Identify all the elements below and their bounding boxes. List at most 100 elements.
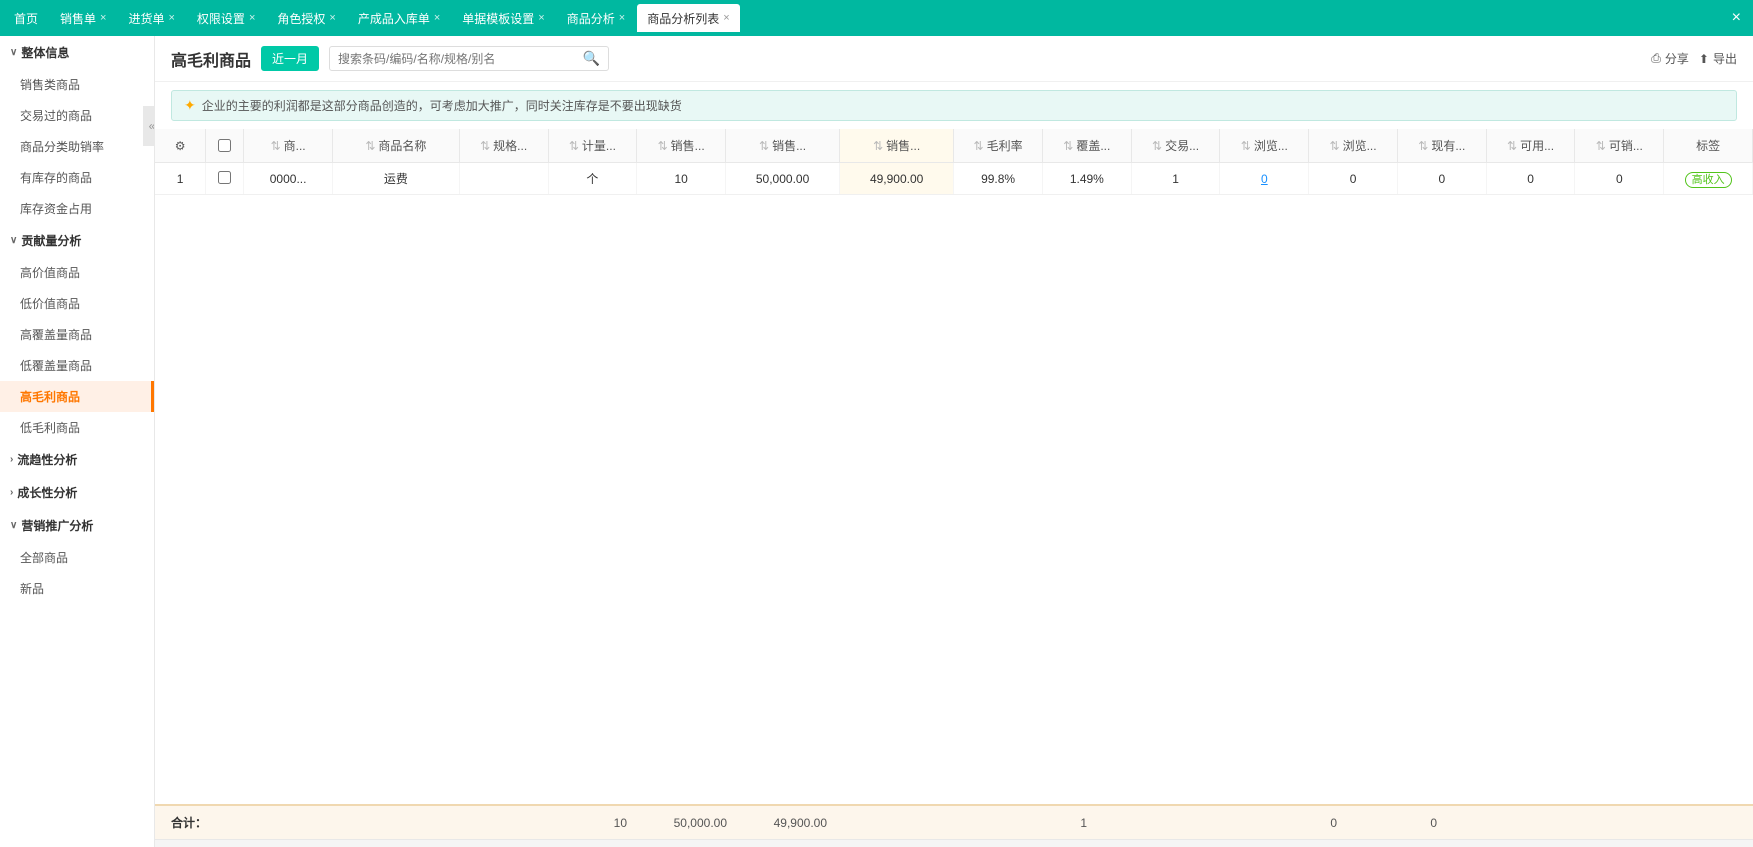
col-browse2[interactable]: ⇅浏览... [1309, 129, 1398, 163]
sidebar-group-growth[interactable]: › 成长性分析 [0, 476, 154, 509]
close-icon[interactable]: × [100, 12, 106, 24]
sidebar-item-traded-goods[interactable]: 交易过的商品 [0, 100, 154, 131]
col-sales-profit[interactable]: ⇅销售... [840, 129, 954, 163]
cell-sales-amount: 50,000.00 [726, 163, 840, 195]
info-icon: ✦ [184, 97, 196, 114]
col-browse1[interactable]: ⇅浏览... [1220, 129, 1309, 163]
tab-inbound[interactable]: 产成品入库单 × [348, 4, 450, 32]
col-available[interactable]: ⇅可用... [1486, 129, 1575, 163]
cell-unit: 个 [548, 163, 637, 195]
chevron-down-icon: ∨ [10, 235, 17, 246]
sidebar-item-all-goods[interactable]: 全部商品 [0, 542, 154, 573]
close-icon[interactable]: × [538, 12, 544, 24]
col-sales-qty[interactable]: ⇅销售... [637, 129, 726, 163]
cell-trade: 1 [1131, 163, 1220, 195]
sort-icon: ⇅ [480, 139, 490, 153]
close-icon[interactable]: × [619, 12, 625, 24]
cell-index: 1 [155, 163, 206, 195]
sidebar-item-low-margin[interactable]: 低毛利商品 [0, 412, 154, 443]
footer-available: 0 [1357, 816, 1437, 830]
share-button[interactable]: ⎙ 分享 [1651, 50, 1689, 67]
close-icon[interactable]: × [434, 12, 440, 24]
col-sales-amount[interactable]: ⇅销售... [726, 129, 840, 163]
sort-icon: ⇅ [873, 139, 883, 153]
sidebar-item-in-stock[interactable]: 有库存的商品 [0, 162, 154, 193]
sort-icon: ⇅ [1330, 139, 1340, 153]
sidebar-item-category-rate[interactable]: 商品分类助销率 [0, 131, 154, 162]
cell-sales-qty: 10 [637, 163, 726, 195]
cell-coverage: 1.49% [1042, 163, 1131, 195]
cell-sales-profit: 49,900.00 [840, 163, 954, 195]
footer-sales-qty: 10 [547, 816, 627, 830]
horizontal-scrollbar[interactable] [155, 839, 1753, 847]
tab-sales[interactable]: 销售单 × [50, 4, 116, 32]
sidebar-group-trend[interactable]: › 流趋性分析 [0, 443, 154, 476]
sort-icon: ⇅ [1507, 139, 1517, 153]
sidebar-item-high-coverage[interactable]: 高覆盖量商品 [0, 319, 154, 350]
sidebar-collapse-button[interactable]: « [143, 106, 155, 146]
search-icon[interactable]: 🔍 [583, 50, 600, 67]
close-icon[interactable]: × [723, 12, 729, 24]
sort-icon: ⇅ [1152, 139, 1162, 153]
row-checkbox[interactable] [218, 171, 231, 184]
col-sellable[interactable]: ⇅可销... [1575, 129, 1664, 163]
sidebar-item-stock-capital[interactable]: 库存资金占用 [0, 193, 154, 224]
col-current-stock[interactable]: ⇅现有... [1397, 129, 1486, 163]
header-actions: ⎙ 分享 ⬆ 导出 [1651, 50, 1737, 67]
settings-icon[interactable]: ⚙ [175, 139, 186, 153]
col-name[interactable]: ⇅商品名称 [332, 129, 459, 163]
app-close-button[interactable]: × [1724, 9, 1749, 27]
content-area: 高毛利商品 近一月 🔍 ⎙ 分享 ⬆ 导出 ✦ 企业的主要的利润都是这部分商品创… [155, 36, 1753, 847]
footer-current-stock: 0 [1257, 816, 1337, 830]
sidebar-item-low-value[interactable]: 低价值商品 [0, 288, 154, 319]
footer-sales-amount: 50,000.00 [647, 816, 727, 830]
col-tag[interactable]: 标签 [1664, 129, 1753, 163]
page-title: 高毛利商品 [171, 47, 251, 71]
col-coverage[interactable]: ⇅覆盖... [1042, 129, 1131, 163]
cell-browse1[interactable]: 0 [1220, 163, 1309, 195]
cell-sellable: 0 [1575, 163, 1664, 195]
close-icon[interactable]: × [249, 12, 255, 24]
table-header-row: ⚙ ⇅商... ⇅商品名称 ⇅规格... [155, 129, 1753, 163]
sidebar-group-contribution[interactable]: ∨ 贡献量分析 [0, 224, 154, 257]
chevron-right-icon: › [10, 487, 13, 498]
col-code[interactable]: ⇅商... [244, 129, 333, 163]
tab-template[interactable]: 单据模板设置 × [452, 4, 554, 32]
sort-icon: ⇅ [1063, 139, 1073, 153]
sort-icon: ⇅ [974, 139, 984, 153]
export-icon: ⬆ [1699, 52, 1709, 66]
tab-analysis[interactable]: 商品分析 × [557, 4, 635, 32]
col-unit[interactable]: ⇅计量... [548, 129, 637, 163]
sidebar-item-high-margin[interactable]: 高毛利商品 [0, 381, 154, 412]
col-checkbox [206, 129, 244, 163]
cell-available: 0 [1486, 163, 1575, 195]
sort-icon: ⇅ [1596, 139, 1606, 153]
sidebar-group-overall[interactable]: ∨ 整体信息 [0, 36, 154, 69]
main-layout: « ∨ 整体信息 销售类商品 交易过的商品 商品分类助销率 有库存的商品 库存资… [0, 36, 1753, 847]
tab-roles[interactable]: 角色授权 × [267, 4, 345, 32]
tab-purchase[interactable]: 进货单 × [118, 4, 184, 32]
col-gross-rate[interactable]: ⇅毛利率 [954, 129, 1043, 163]
export-button[interactable]: ⬆ 导出 [1699, 50, 1737, 67]
sidebar-item-high-value[interactable]: 高价值商品 [0, 257, 154, 288]
sort-icon: ⇅ [569, 139, 579, 153]
close-icon[interactable]: × [329, 12, 335, 24]
tab-permissions[interactable]: 权限设置 × [187, 4, 265, 32]
sidebar-item-low-coverage[interactable]: 低覆盖量商品 [0, 350, 154, 381]
table-footer: 合计： 10 50,000.00 49,900.00 1 0 0 [155, 804, 1753, 839]
filter-recent-month-button[interactable]: 近一月 [261, 46, 319, 71]
sort-icon: ⇅ [271, 139, 281, 153]
tab-home[interactable]: 首页 [4, 4, 48, 32]
cell-checkbox[interactable] [206, 163, 244, 195]
select-all-checkbox[interactable] [218, 139, 231, 152]
sidebar-group-marketing[interactable]: ∨ 营销推广分析 [0, 509, 154, 542]
tab-analysis-list[interactable]: 商品分析列表 × [637, 4, 739, 32]
col-spec[interactable]: ⇅规格... [459, 129, 548, 163]
col-trade[interactable]: ⇅交易... [1131, 129, 1220, 163]
sidebar-item-new-goods[interactable]: 新品 [0, 573, 154, 604]
search-input[interactable] [338, 52, 579, 66]
sort-icon: ⇅ [658, 139, 668, 153]
close-icon[interactable]: × [168, 12, 174, 24]
cell-tag: 高收入 [1664, 163, 1753, 195]
sidebar-item-sales-goods[interactable]: 销售类商品 [0, 69, 154, 100]
